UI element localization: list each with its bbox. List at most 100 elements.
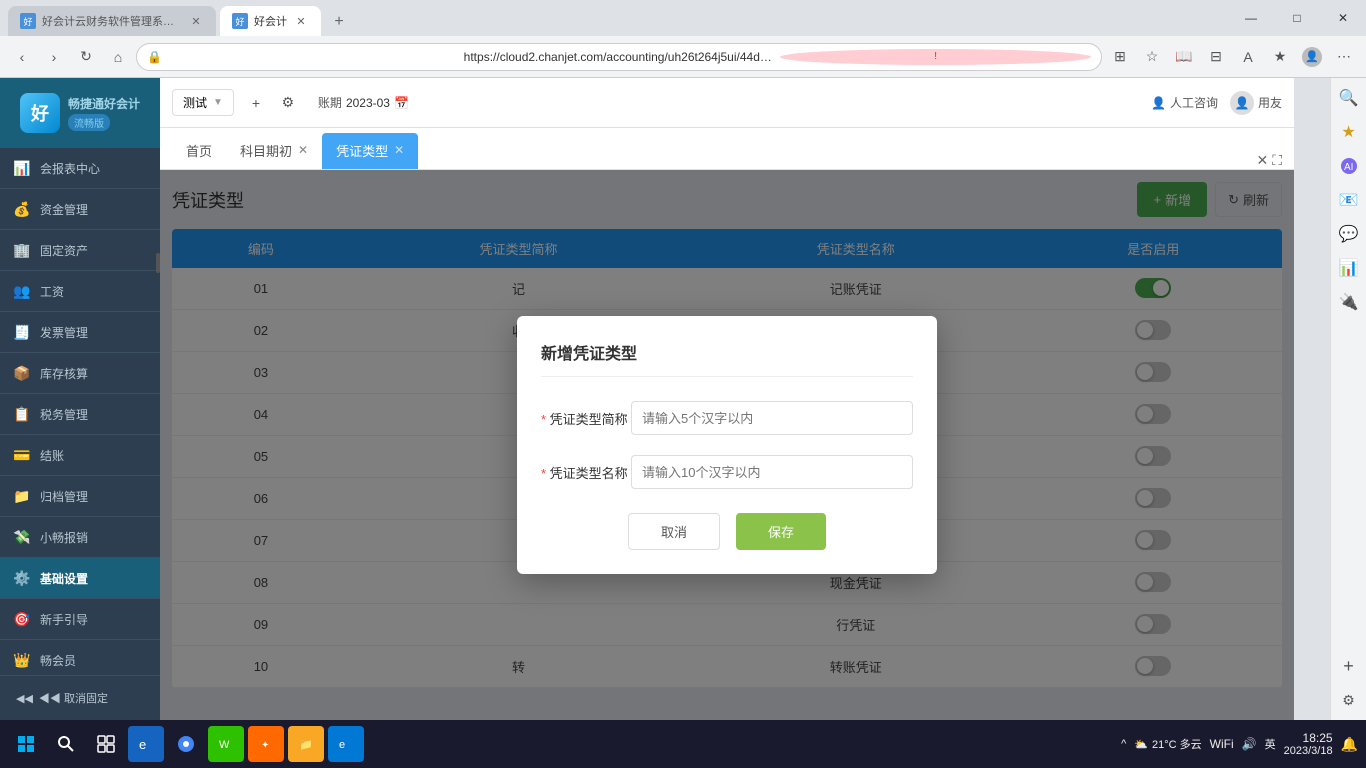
collections-button[interactable]: ★ xyxy=(1266,43,1294,71)
sidebar-item-member[interactable]: 👑 畅会员 xyxy=(0,640,160,675)
name-input[interactable] xyxy=(631,455,913,489)
sidebar-item-payroll[interactable]: 👥 工资 xyxy=(0,271,160,312)
user-info[interactable]: 👤 用友 xyxy=(1230,91,1282,115)
service-label: 人工咨询 xyxy=(1170,94,1218,111)
cancel-button[interactable]: 取消 xyxy=(628,513,720,550)
file-explorer-taskbar-icon[interactable]: 📁 xyxy=(288,726,324,762)
sidebar-item-guide-label: 新手引导 xyxy=(40,611,88,628)
content-maximize-button[interactable]: ⛶ xyxy=(1272,152,1282,169)
weather-widget[interactable]: ⛅ 21°C 多云 xyxy=(1134,736,1201,752)
save-button[interactable]: 保存 xyxy=(736,513,826,550)
sidebar-item-fixed-assets[interactable]: 🏢 固定资产 xyxy=(0,230,160,271)
translate-button[interactable]: A xyxy=(1234,43,1262,71)
speaker-icon: 🔊 xyxy=(1242,737,1257,751)
right-sidebar-search[interactable]: 🔍 xyxy=(1333,82,1365,114)
system-tray[interactable]: ^ xyxy=(1121,738,1126,750)
window-maximize-button[interactable]: □ xyxy=(1274,0,1320,36)
reading-mode-button[interactable]: 📖 xyxy=(1170,43,1198,71)
sidebar-item-checkout[interactable]: 💳 结账 xyxy=(0,435,160,476)
add-workspace-button[interactable]: + xyxy=(242,89,270,117)
search-taskbar-button[interactable] xyxy=(48,726,84,762)
period-label: 账期 xyxy=(318,94,342,111)
tab-title-1: 好会计云财务软件管理系统_会计 xyxy=(42,13,182,29)
guide-icon: 🎯 xyxy=(12,609,32,629)
input-method[interactable]: 英 xyxy=(1265,736,1276,752)
address-text: https://cloud2.chanjet.com/accounting/uh… xyxy=(464,50,775,64)
abbr-input[interactable] xyxy=(631,401,913,435)
favorites-button[interactable]: ☆ xyxy=(1138,43,1166,71)
new-tab-button[interactable]: + xyxy=(325,8,353,36)
extensions-button[interactable]: ⊞ xyxy=(1106,43,1134,71)
browser-tab-2[interactable]: 好 好会计 ✕ xyxy=(220,6,321,36)
profile-button[interactable]: 👤 xyxy=(1298,43,1326,71)
tab-subjects[interactable]: 科目期初 ✕ xyxy=(226,133,322,169)
task-view-button[interactable] xyxy=(88,726,124,762)
network-icon[interactable]: WiFi xyxy=(1210,737,1234,751)
start-button[interactable] xyxy=(8,726,44,762)
content-close-button[interactable]: ✕ xyxy=(1256,152,1268,169)
tab-voucher-type-close[interactable]: ✕ xyxy=(394,143,404,157)
tab-close-1[interactable]: ✕ xyxy=(188,13,204,29)
sidebar-item-expense-label: 小畅报销 xyxy=(40,529,88,546)
right-sidebar-teams[interactable]: 💬 xyxy=(1333,218,1365,250)
right-sidebar-outlook[interactable]: 📧 xyxy=(1333,184,1365,216)
right-sidebar-add[interactable]: + xyxy=(1333,650,1365,682)
right-sidebar-copilot[interactable]: AI xyxy=(1333,150,1365,182)
more-button[interactable]: ⋯ xyxy=(1330,43,1358,71)
settings-gear-button[interactable]: ⚙ xyxy=(274,89,302,117)
sidebar-item-tax[interactable]: 📋 税务管理 xyxy=(0,394,160,435)
sidebar-item-dashboard-label: 会报表中心 xyxy=(40,160,100,177)
sidebar-item-invoice[interactable]: 🧾 发票管理 xyxy=(0,312,160,353)
sidebar-item-expense[interactable]: 💸 小畅报销 xyxy=(0,517,160,558)
split-screen-button[interactable]: ⊟ xyxy=(1202,43,1230,71)
wechat-taskbar-icon[interactable]: W xyxy=(208,726,244,762)
sidebar-item-inventory[interactable]: 📦 库存核算 xyxy=(0,353,160,394)
back-button[interactable]: ‹ xyxy=(8,43,36,71)
sidebar-item-fund[interactable]: 💰 资金管理 xyxy=(0,189,160,230)
basic-settings-icon: ⚙️ xyxy=(12,568,32,588)
sidebar-items: 📊 会报表中心 💰 资金管理 🏢 固定资产 👥 工资 xyxy=(0,148,160,675)
edge-taskbar-icon[interactable]: e xyxy=(128,726,164,762)
tax-icon: 📋 xyxy=(12,404,32,424)
taskbar-right: ^ ⛅ 21°C 多云 WiFi 🔊 英 18:25 2023/3/18 🔔 xyxy=(1121,731,1358,757)
logo-text: 畅捷通好会计 xyxy=(68,95,140,112)
security-warning-icon: ! xyxy=(780,49,1091,65)
volume-icon[interactable]: 🔊 xyxy=(1242,737,1257,751)
right-sidebar-settings[interactable]: ⚙ xyxy=(1333,684,1365,716)
app-container: 好 畅捷通好会计 流畅版 📊 会报表中心 💰 xyxy=(0,78,1330,720)
sidebar-item-basic-settings[interactable]: ⚙️ 基础设置 xyxy=(0,558,160,599)
refresh-button[interactable]: ↻ xyxy=(72,43,100,71)
workspace-selector[interactable]: 测试 ▼ xyxy=(172,89,234,116)
home-button[interactable]: ⌂ xyxy=(104,43,132,71)
tab-subjects-close[interactable]: ✕ xyxy=(298,143,308,157)
right-sidebar-office[interactable]: 📊 xyxy=(1333,252,1365,284)
tab-home[interactable]: 首页 xyxy=(172,133,226,169)
address-bar[interactable]: 🔒 https://cloud2.chanjet.com/accounting/… xyxy=(136,43,1102,71)
sidebar-item-guide[interactable]: 🎯 新手引导 xyxy=(0,599,160,640)
window-close-button[interactable]: ✕ xyxy=(1320,0,1366,36)
content-area: 凭证类型 + 新增 ↻ 刷新 xyxy=(160,170,1294,720)
invoice-icon: 🧾 xyxy=(12,322,32,342)
taskbar: e W ✦ 📁 e ^ ⛅ 21°C 多云 xyxy=(0,720,1366,768)
sidebar-footer: ◀◀ ◀◀ 取消固定 xyxy=(0,675,160,720)
edge2-taskbar-icon[interactable]: e xyxy=(328,726,364,762)
svg-text:W: W xyxy=(219,739,230,751)
sidebar-item-dashboard[interactable]: 📊 会报表中心 xyxy=(0,148,160,189)
logo-icon: 好 xyxy=(20,93,60,133)
forward-button[interactable]: › xyxy=(40,43,68,71)
tab-voucher-type[interactable]: 凭证类型 ✕ xyxy=(322,133,418,169)
sidebar-item-archive[interactable]: 📁 归档管理 xyxy=(0,476,160,517)
expense-icon: 💸 xyxy=(12,527,32,547)
apps-taskbar-icon[interactable]: ✦ xyxy=(248,726,284,762)
right-sidebar-extension[interactable]: 🔌 xyxy=(1333,286,1365,318)
chrome-taskbar-icon[interactable] xyxy=(168,726,204,762)
customer-service-button[interactable]: 👤 人工咨询 xyxy=(1151,94,1218,111)
window-minimize-button[interactable]: — xyxy=(1228,0,1274,36)
calendar-icon[interactable]: 📅 xyxy=(394,96,409,110)
right-sidebar-favorites[interactable]: ★ xyxy=(1333,116,1365,148)
browser-tab-1[interactable]: 好 好会计云财务软件管理系统_会计 ✕ xyxy=(8,6,216,36)
time-display[interactable]: 18:25 2023/3/18 xyxy=(1284,731,1333,757)
notification-button[interactable]: 🔔 xyxy=(1341,736,1358,753)
tab-close-2[interactable]: ✕ xyxy=(293,13,309,29)
unpin-button[interactable]: ◀◀ ◀◀ 取消固定 xyxy=(8,684,152,712)
